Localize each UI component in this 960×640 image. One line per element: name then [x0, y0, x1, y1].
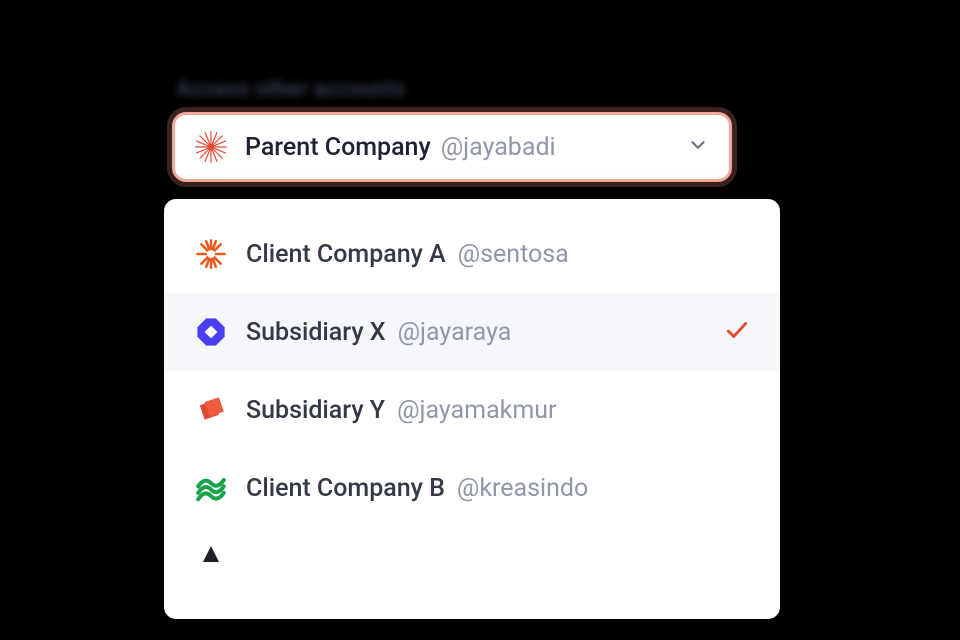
option-name: Subsidiary Y	[246, 396, 385, 425]
option-handle: @kreasindo	[457, 474, 588, 503]
check-icon	[724, 317, 750, 347]
selected-account-name: Parent Company	[245, 133, 431, 162]
account-option-subsidiary-x[interactable]: Subsidiary X @jayaraya	[164, 293, 780, 371]
partial-icon	[194, 537, 228, 571]
selected-account-handle: @jayabadi	[441, 133, 556, 162]
option-handle: @jayamakmur	[397, 396, 556, 425]
account-option-client-b[interactable]: Client Company B @kreasindo	[164, 449, 780, 527]
sunburst-icon	[194, 237, 228, 271]
account-dropdown: Client Company A @sentosa Subsidiary X @…	[164, 199, 780, 619]
cards-icon	[194, 393, 228, 427]
octagon-icon	[194, 315, 228, 349]
account-option-client-a[interactable]: Client Company A @sentosa	[164, 215, 780, 293]
option-name: Subsidiary X	[246, 318, 386, 347]
stripes-icon	[194, 471, 228, 505]
account-option-partial[interactable]	[164, 527, 780, 605]
option-handle: @jayaraya	[398, 318, 512, 347]
option-name: Client Company A	[246, 240, 446, 269]
option-handle: @sentosa	[458, 240, 569, 269]
account-option-subsidiary-y[interactable]: Subsidiary Y @jayamakmur	[164, 371, 780, 449]
account-switcher: Access other accounts Parent Company @ja…	[172, 77, 788, 182]
section-label: Access other accounts	[172, 77, 788, 102]
chevron-down-icon	[687, 134, 709, 160]
option-name: Client Company B	[246, 474, 445, 503]
sunburst-icon	[193, 129, 229, 165]
account-select-trigger[interactable]: Parent Company @jayabadi	[172, 112, 732, 182]
